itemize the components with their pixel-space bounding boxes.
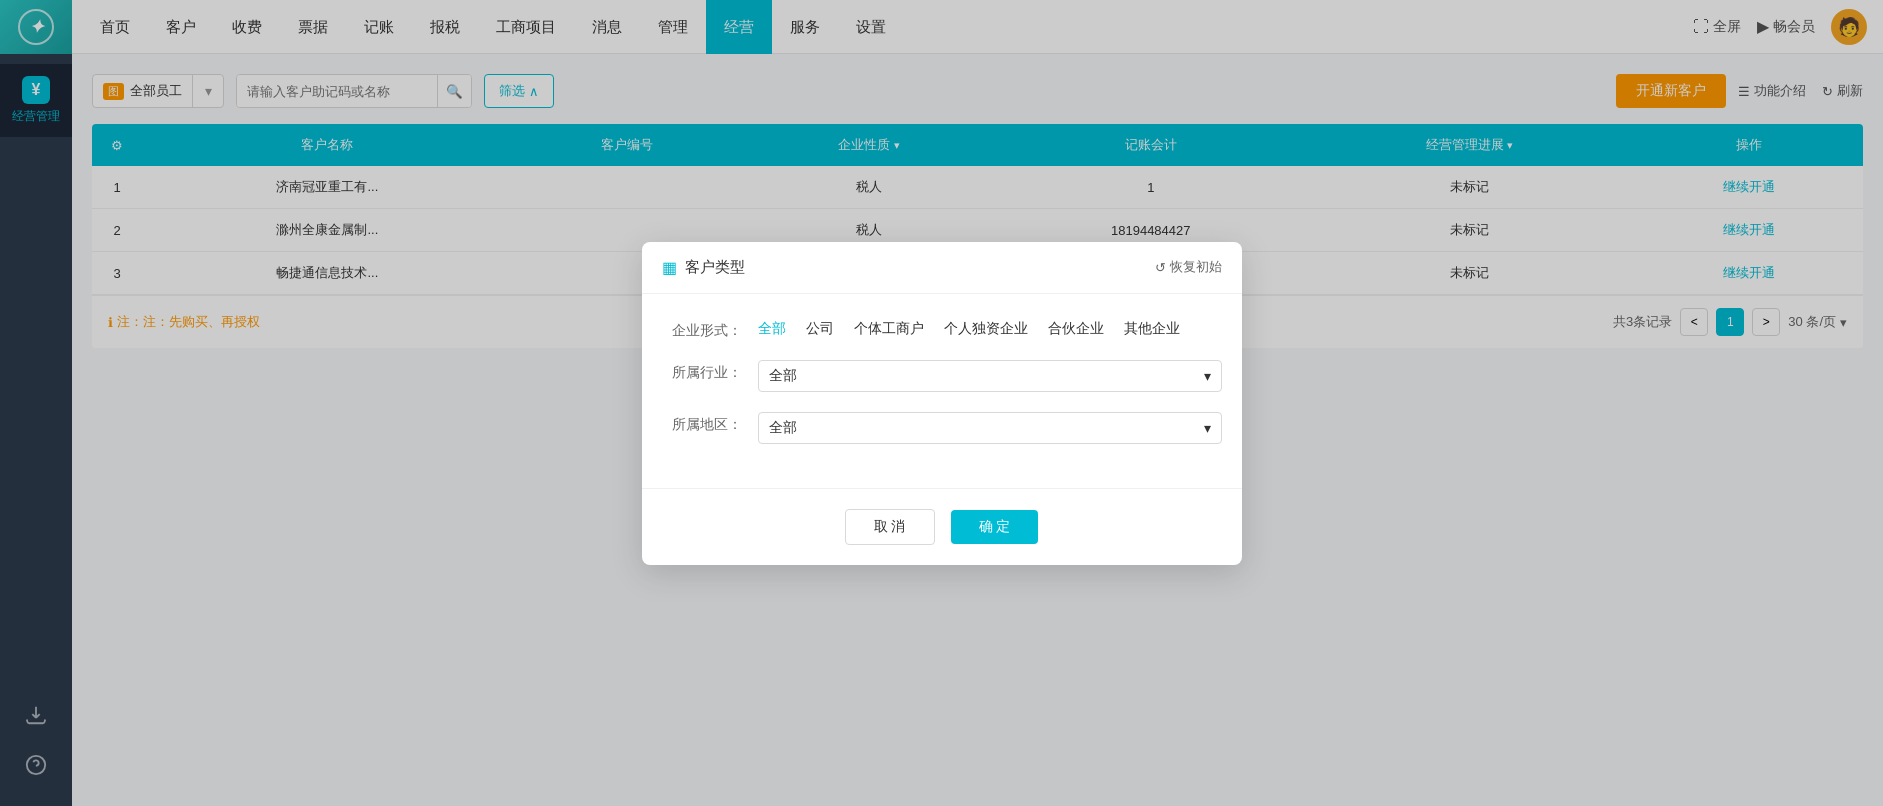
reset-label: 恢复初始 [1170,258,1222,276]
region-dropdown-icon: ▾ [1204,420,1211,436]
modal-title-text: 客户类型 [685,258,745,277]
modal-body: 企业形式： 全部 公司 个体工商户 个人独资企业 合伙企业 其他企业 所属行业： [642,294,1242,488]
industry-selected: 全部 [769,367,797,385]
industry-dropdown[interactable]: 全部 ▾ [758,360,1222,392]
region-label: 所属地区： [662,412,742,434]
modal-title: ▦ 客户类型 [662,258,745,277]
etype-sole[interactable]: 个人独资企业 [944,318,1028,340]
etype-company[interactable]: 公司 [806,318,834,340]
region-value: 全部 ▾ [758,412,1222,444]
industry-form-row: 所属行业： 全部 ▾ [662,360,1222,392]
enterprise-form-label: 企业形式： [662,318,742,340]
etype-other[interactable]: 其他企业 [1124,318,1180,340]
region-form-row: 所属地区： 全部 ▾ [662,412,1222,444]
industry-dropdown-icon: ▾ [1204,368,1211,384]
region-dropdown[interactable]: 全部 ▾ [758,412,1222,444]
industry-value: 全部 ▾ [758,360,1222,392]
industry-label: 所属行业： [662,360,742,382]
modal-header: ▦ 客户类型 ↺ 恢复初始 [642,242,1242,294]
etype-individual[interactable]: 个体工商户 [854,318,924,340]
customer-type-modal: ▦ 客户类型 ↺ 恢复初始 企业形式： 全部 公司 个体工商户 个人独资企业 合… [642,242,1242,565]
enterprise-types: 全部 公司 个体工商户 个人独资企业 合伙企业 其他企业 [758,318,1222,340]
enterprise-form-row: 企业形式： 全部 公司 个体工商户 个人独资企业 合伙企业 其他企业 [662,318,1222,340]
modal-reset-btn[interactable]: ↺ 恢复初始 [1155,258,1222,276]
etype-partnership[interactable]: 合伙企业 [1048,318,1104,340]
modal-title-icon: ▦ [662,258,677,277]
etype-all[interactable]: 全部 [758,318,786,340]
confirm-button[interactable]: 确 定 [951,510,1039,544]
cancel-button[interactable]: 取 消 [845,509,935,545]
modal-overlay[interactable]: ▦ 客户类型 ↺ 恢复初始 企业形式： 全部 公司 个体工商户 个人独资企业 合… [0,0,1883,806]
reset-icon: ↺ [1155,260,1166,275]
modal-footer: 取 消 确 定 [642,488,1242,565]
enterprise-type-list: 全部 公司 个体工商户 个人独资企业 合伙企业 其他企业 [758,318,1222,340]
region-selected: 全部 [769,419,797,437]
